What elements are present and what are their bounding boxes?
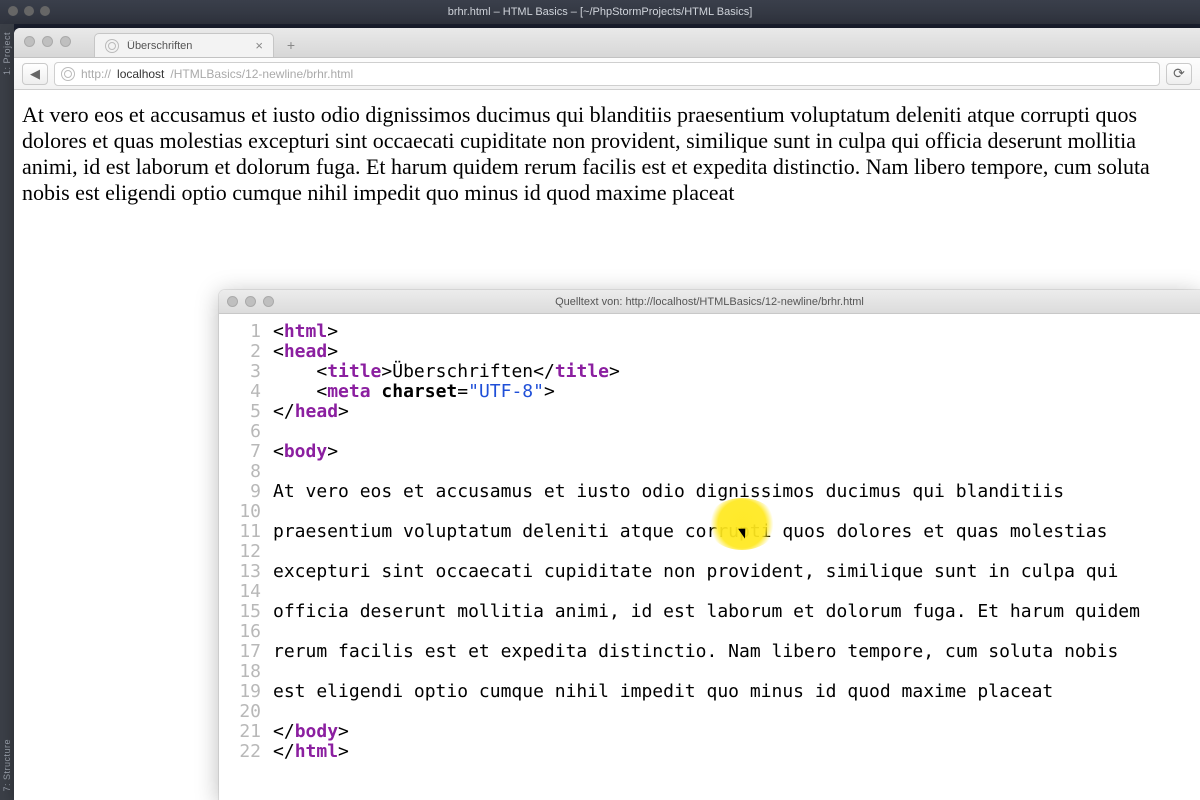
code-line: 6 (219, 422, 1200, 442)
code-line: 22</html> (219, 742, 1200, 762)
code-line: 13excepturi sint occaecati cupiditate no… (219, 562, 1200, 582)
code-line: 2<head> (219, 342, 1200, 362)
url-bar[interactable]: http:// localhost/HTMLBasics/12-newline/b… (54, 62, 1160, 86)
back-icon: ◀ (30, 66, 40, 82)
window-close-icon[interactable] (227, 296, 238, 307)
site-globe-icon (61, 67, 75, 81)
ide-tool-project[interactable]: 1: Project (2, 32, 12, 75)
browser-window: Überschriften × + ◀ http:// localhost/HTM… (14, 28, 1200, 800)
code-line: 18 (219, 662, 1200, 682)
source-titlebar: Quelltext von: http://localhost/HTMLBasi… (219, 290, 1200, 314)
code-line: 10 (219, 502, 1200, 522)
url-host: localhost (117, 67, 164, 81)
back-button[interactable]: ◀ (22, 63, 48, 85)
window-minimize-icon[interactable] (245, 296, 256, 307)
ide-traffic-lights (8, 6, 50, 16)
browser-viewport[interactable]: At vero eos et accusamus et iusto odio d… (14, 90, 1200, 800)
code-line: 9At vero eos et accusamus et iusto odio … (219, 482, 1200, 502)
code-line: 7<body> (219, 442, 1200, 462)
page-body-text: At vero eos et accusamus et iusto odio d… (14, 90, 1200, 206)
code-line: 19est eligendi optio cumque nihil impedi… (219, 682, 1200, 702)
view-source-window: Quelltext von: http://localhost/HTMLBasi… (219, 290, 1200, 800)
tab-close-icon[interactable]: × (255, 39, 263, 52)
browser-toolbar: ◀ http:// localhost/HTMLBasics/12-newline… (14, 58, 1200, 90)
code-line: 14 (219, 582, 1200, 602)
code-line: 12 (219, 542, 1200, 562)
url-path: /HTMLBasics/12-newline/brhr.html (170, 67, 353, 81)
code-line: 11praesentium voluptatum deleniti atque … (219, 522, 1200, 542)
globe-icon (105, 39, 119, 53)
code-line: 4 <meta charset="UTF-8"> (219, 382, 1200, 402)
code-line: 1<html> (219, 322, 1200, 342)
code-line: 16 (219, 622, 1200, 642)
code-line: 15officia deserunt mollitia animi, id es… (219, 602, 1200, 622)
ide-tool-structure[interactable]: 7: Structure (2, 739, 12, 792)
source-window-title: Quelltext von: http://localhost/HTMLBasi… (555, 296, 864, 308)
ide-left-sidebar: 1: Project 7: Structure (0, 24, 14, 800)
code-line: 17rerum facilis est et expedita distinct… (219, 642, 1200, 662)
window-zoom-icon[interactable] (60, 36, 71, 47)
source-traffic-lights[interactable] (227, 296, 274, 307)
url-scheme: http:// (81, 67, 111, 81)
browser-tab-active[interactable]: Überschriften × (94, 33, 274, 57)
code-line: 21</body> (219, 722, 1200, 742)
source-code-area[interactable]: 1<html> 2<head> 3 <title>Überschriften</… (219, 314, 1200, 800)
browser-tabstrip: Überschriften × + (14, 28, 1200, 58)
window-minimize-icon[interactable] (42, 36, 53, 47)
browser-traffic-lights[interactable] (24, 36, 71, 47)
reload-button[interactable]: ⟳ (1166, 63, 1192, 85)
reload-icon: ⟳ (1173, 65, 1185, 82)
ide-titlebar: brhr.html – HTML Basics – [~/PhpStormPro… (0, 0, 1200, 24)
window-close-icon[interactable] (24, 36, 35, 47)
window-zoom-icon[interactable] (263, 296, 274, 307)
ide-title-text: brhr.html – HTML Basics – [~/PhpStormPro… (448, 6, 753, 18)
code-line: 5</head> (219, 402, 1200, 422)
code-line: 3 <title>Überschriften</title> (219, 362, 1200, 382)
code-line: 8 (219, 462, 1200, 482)
tab-title: Überschriften (127, 40, 247, 52)
code-line: 20 (219, 702, 1200, 722)
new-tab-button[interactable]: + (280, 35, 302, 55)
